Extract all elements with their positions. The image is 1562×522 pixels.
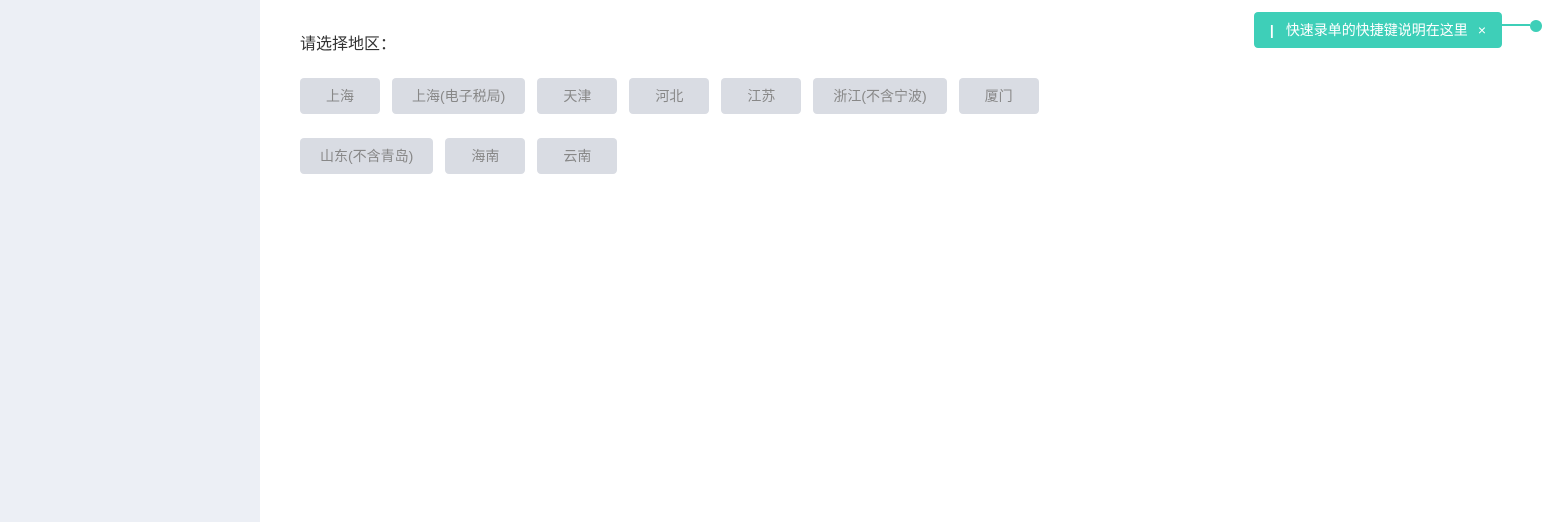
tooltip-connector-line <box>1502 24 1530 26</box>
region-btn-yunnan[interactable]: 云南 <box>537 138 617 174</box>
region-buttons: 上海 上海(电子税局) 天津 河北 江苏 浙江(不含宁波) 厦门 山东(不含青岛… <box>300 78 1522 174</box>
main-content: 请选择地区： 上海 上海(电子税局) 天津 河北 江苏 浙江(不含宁波) 厦门 … <box>260 0 1562 522</box>
region-btn-xiamen[interactable]: 厦门 <box>959 78 1039 114</box>
region-btn-shanghai[interactable]: 上海 <box>300 78 380 114</box>
region-btn-zhejiang[interactable]: 浙江(不含宁波) <box>813 78 946 114</box>
tooltip-text: 快速录单的快捷键说明在这里 <box>1286 20 1468 40</box>
region-btn-shandong[interactable]: 山东(不含青岛) <box>300 138 433 174</box>
tooltip-connector-dot <box>1530 20 1542 32</box>
region-btn-hainan[interactable]: 海南 <box>445 138 525 174</box>
tooltip-close-button[interactable]: × <box>1478 22 1486 38</box>
region-btn-jiangsu[interactable]: 江苏 <box>721 78 801 114</box>
region-btn-shanghai-etax[interactable]: 上海(电子税局) <box>392 78 525 114</box>
region-btn-hebei[interactable]: 河北 <box>629 78 709 114</box>
region-btn-tianjin[interactable]: 天津 <box>537 78 617 114</box>
tooltip-banner: 快速录单的快捷键说明在这里 × <box>1254 12 1502 48</box>
sidebar <box>0 0 260 522</box>
